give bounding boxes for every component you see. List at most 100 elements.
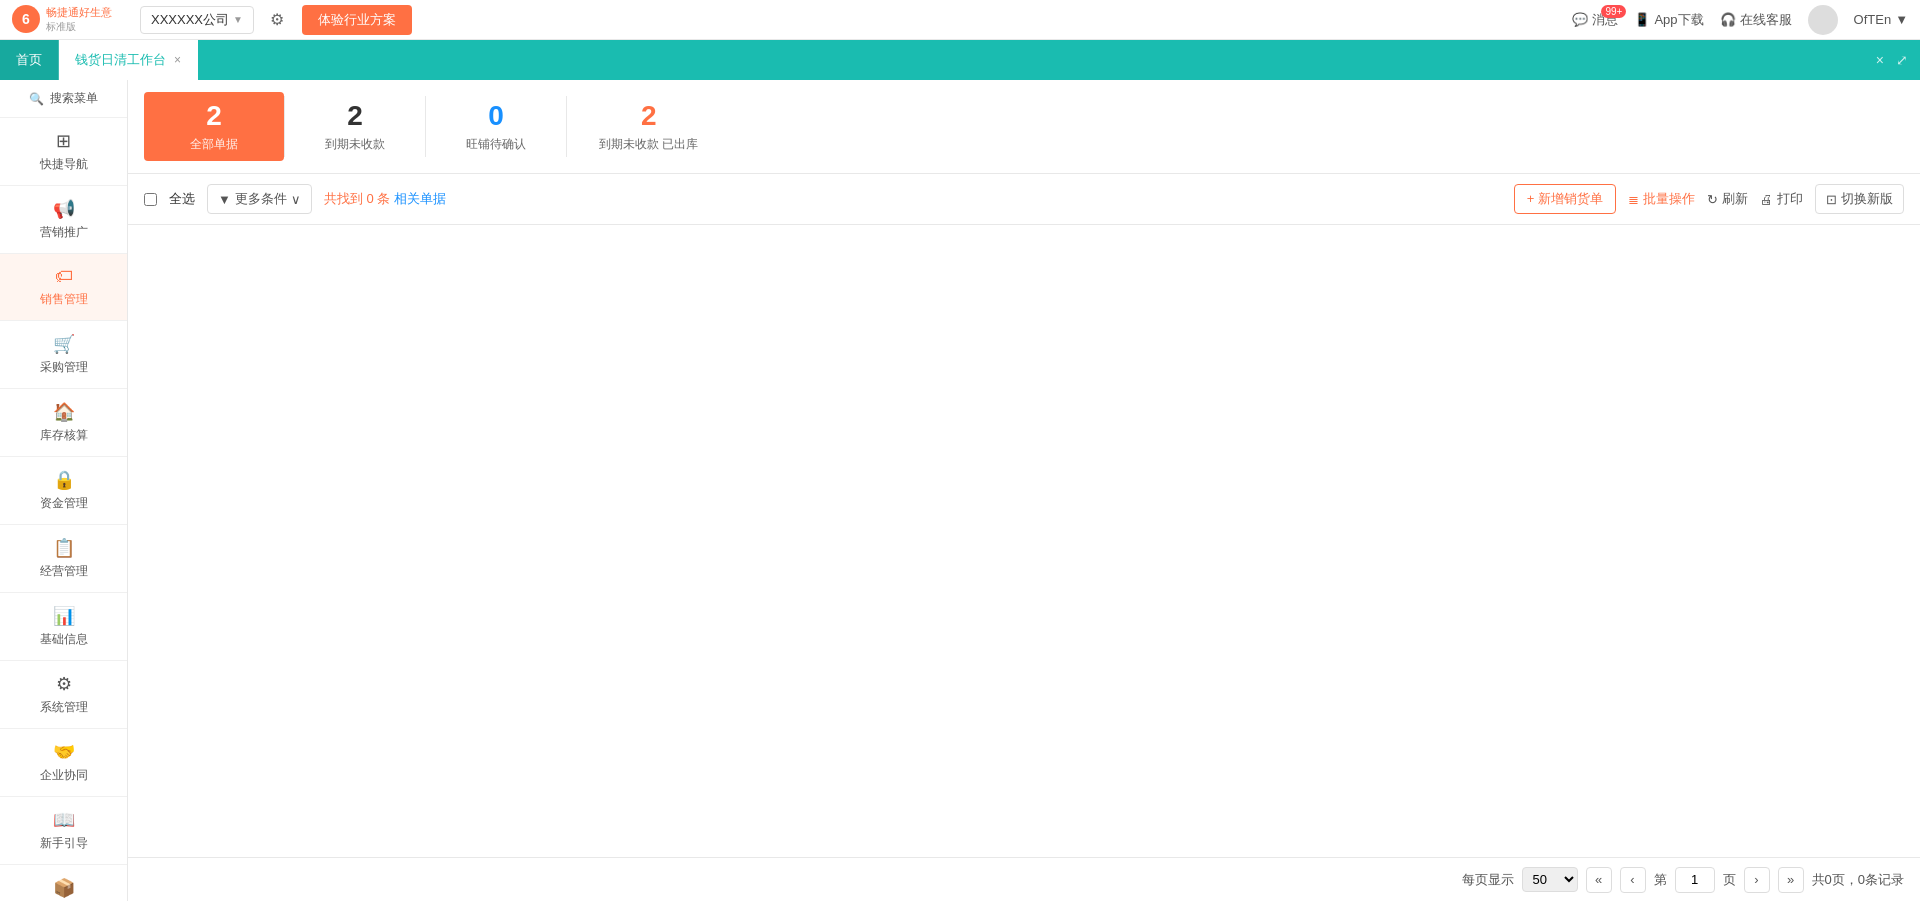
messages-item[interactable]: 💬 消息 99+ <box>1572 11 1618 29</box>
tab-close-all-button[interactable]: × <box>1872 48 1888 72</box>
company-selector[interactable]: XXXXXX公司 ▼ <box>140 6 254 34</box>
app-download-item[interactable]: 📱 App下载 <box>1634 11 1703 29</box>
print-icon: 🖨 <box>1760 192 1773 207</box>
avatar[interactable] <box>1808 5 1838 35</box>
app-center-icon: 📦 <box>53 877 75 899</box>
sidebar-item-marketing[interactable]: 📢 营销推广 <box>0 186 127 254</box>
sidebar-item-basics-label: 基础信息 <box>40 631 88 648</box>
add-order-button[interactable]: + 新增销货单 <box>1514 184 1616 214</box>
sidebar-item-purchase[interactable]: 🛒 采购管理 <box>0 321 127 389</box>
stat-label-all: 全部单据 <box>190 136 238 153</box>
tab-expand-button[interactable]: ⤢ <box>1892 48 1912 72</box>
tab-home[interactable]: 首页 <box>0 40 59 80</box>
found-prefix: 共找到 <box>324 191 363 206</box>
message-icon: 💬 <box>1572 12 1588 27</box>
trial-button[interactable]: 体验行业方案 <box>302 5 412 35</box>
cooperation-icon: 🤝 <box>53 741 75 763</box>
stat-number-all: 2 <box>206 100 222 132</box>
sidebar-search[interactable]: 🔍 搜索菜单 <box>0 80 127 118</box>
per-page-select[interactable]: 50 100 200 <box>1522 867 1578 892</box>
batch-operation-button[interactable]: ≣ 批量操作 <box>1628 190 1695 208</box>
next-page-button[interactable]: › <box>1744 867 1770 893</box>
top-right-area: 💬 消息 99+ 📱 App下载 🎧 在线客服 OfTEn ▼ <box>1572 5 1908 35</box>
sidebar-item-inventory[interactable]: 🏠 库存核算 <box>0 389 127 457</box>
system-icon: ⚙ <box>56 673 72 695</box>
stat-number-wangpu: 0 <box>488 100 504 132</box>
tab-close-icon[interactable]: × <box>174 53 181 67</box>
online-service-item[interactable]: 🎧 在线客服 <box>1720 11 1792 29</box>
stat-card-unshipped[interactable]: 2 到期未收款 已出库 <box>567 92 730 161</box>
print-label: 打印 <box>1777 190 1803 208</box>
found-link[interactable]: 相关单据 <box>394 191 446 206</box>
main-layout: 🔍 搜索菜单 ⊞ 快捷导航 📢 营销推广 🏷 销售管理 🛒 采购管理 🏠 库存核… <box>0 80 1920 901</box>
tab-cashflow[interactable]: 钱货日清工作台 × <box>59 40 198 80</box>
user-dropdown-arrow: ▼ <box>1895 12 1908 27</box>
print-button[interactable]: 🖨 打印 <box>1760 190 1803 208</box>
refresh-icon: ↻ <box>1707 192 1718 207</box>
batch-label: 批量操作 <box>1643 190 1695 208</box>
toolbar: 全选 ▼ 更多条件 ∨ 共找到 0 条 相关单据 + 新增销货单 ≣ 批量操作 … <box>128 174 1920 225</box>
stat-label-wangpu: 旺铺待确认 <box>466 136 526 153</box>
stats-row: 2 全部单据 2 到期未收款 0 旺铺待确认 2 到期未收款 已出库 <box>128 80 1920 174</box>
messages-badge: 99+ <box>1601 5 1626 18</box>
last-page-button[interactable]: » <box>1778 867 1804 893</box>
quick-nav-icon: ⊞ <box>56 130 71 152</box>
app-download-label: App下载 <box>1654 11 1703 29</box>
sidebar-item-cooperation[interactable]: 🤝 企业协同 <box>0 729 127 797</box>
sidebar-item-app-center[interactable]: 📦 应用中心 <box>0 865 127 901</box>
top-bar: 6 畅捷通好生意 标准版 XXXXXX公司 ▼ ⚙ 体验行业方案 💬 消息 99… <box>0 0 1920 40</box>
select-all-label: 全选 <box>169 190 195 208</box>
per-page-label: 每页显示 <box>1462 871 1514 889</box>
stat-card-overdue[interactable]: 2 到期未收款 <box>285 92 425 161</box>
select-all-checkbox[interactable] <box>144 193 157 206</box>
sidebar-item-sales[interactable]: 🏷 销售管理 <box>0 254 127 321</box>
sidebar-item-system[interactable]: ⚙ 系统管理 <box>0 661 127 729</box>
page-suffix-label: 页 <box>1723 871 1736 889</box>
settings-button[interactable]: ⚙ <box>262 5 292 35</box>
nav-tabs-controls: × ⤢ <box>1872 40 1920 80</box>
tab-home-label: 首页 <box>16 51 42 69</box>
logo-area: 6 畅捷通好生意 标准版 <box>12 5 140 33</box>
stat-card-all[interactable]: 2 全部单据 <box>144 92 284 161</box>
prev-page-button[interactable]: ‹ <box>1620 867 1646 893</box>
stat-label-overdue: 到期未收款 <box>325 136 385 153</box>
sidebar-item-quick-nav[interactable]: ⊞ 快捷导航 <box>0 118 127 186</box>
sidebar-item-operations[interactable]: 📋 经营管理 <box>0 525 127 593</box>
sidebar-item-beginner[interactable]: 📖 新手引导 <box>0 797 127 865</box>
refresh-button[interactable]: ↻ 刷新 <box>1707 190 1748 208</box>
sidebar-item-purchase-label: 采购管理 <box>40 359 88 376</box>
sidebar-item-finance[interactable]: 🔒 资金管理 <box>0 457 127 525</box>
filter-icon: ▼ <box>218 192 231 207</box>
sidebar-item-system-label: 系统管理 <box>40 699 88 716</box>
user-name-item[interactable]: OfTEn ▼ <box>1854 12 1908 27</box>
sidebar-item-quick-nav-label: 快捷导航 <box>40 156 88 173</box>
sidebar-item-basics[interactable]: 📊 基础信息 <box>0 593 127 661</box>
sidebar-item-sales-label: 销售管理 <box>40 291 88 308</box>
page-number-input[interactable] <box>1675 867 1715 893</box>
marketing-icon: 📢 <box>53 198 75 220</box>
nav-tabs-bar: 首页 钱货日清工作台 × × ⤢ <box>0 40 1920 80</box>
logo-sub: 标准版 <box>46 20 112 34</box>
app-download-icon: 📱 <box>1634 12 1650 27</box>
filter-button[interactable]: ▼ 更多条件 ∨ <box>207 184 312 214</box>
sidebar-item-marketing-label: 营销推广 <box>40 224 88 241</box>
found-count-area: 共找到 0 条 相关单据 <box>324 190 446 208</box>
beginner-icon: 📖 <box>53 809 75 831</box>
basics-icon: 📊 <box>53 605 75 627</box>
stat-card-wangpu[interactable]: 0 旺铺待确认 <box>426 92 566 161</box>
stat-number-overdue: 2 <box>347 100 363 132</box>
toolbar-right: + 新增销货单 ≣ 批量操作 ↻ 刷新 🖨 打印 ⊡ 切换新版 <box>1514 184 1904 214</box>
sidebar-item-operations-label: 经营管理 <box>40 563 88 580</box>
switch-icon: ⊡ <box>1826 192 1837 207</box>
filter-arrow: ∨ <box>291 192 301 207</box>
tab-cashflow-label: 钱货日清工作台 <box>75 51 166 69</box>
sidebar-item-finance-label: 资金管理 <box>40 495 88 512</box>
batch-icon: ≣ <box>1628 192 1639 207</box>
sidebar-item-beginner-label: 新手引导 <box>40 835 88 852</box>
company-name: XXXXXX公司 <box>151 11 229 29</box>
user-name: OfTEn <box>1854 12 1892 27</box>
page-prefix-label: 第 <box>1654 871 1667 889</box>
first-page-button[interactable]: « <box>1586 867 1612 893</box>
switch-version-button[interactable]: ⊡ 切换新版 <box>1815 184 1904 214</box>
refresh-label: 刷新 <box>1722 190 1748 208</box>
